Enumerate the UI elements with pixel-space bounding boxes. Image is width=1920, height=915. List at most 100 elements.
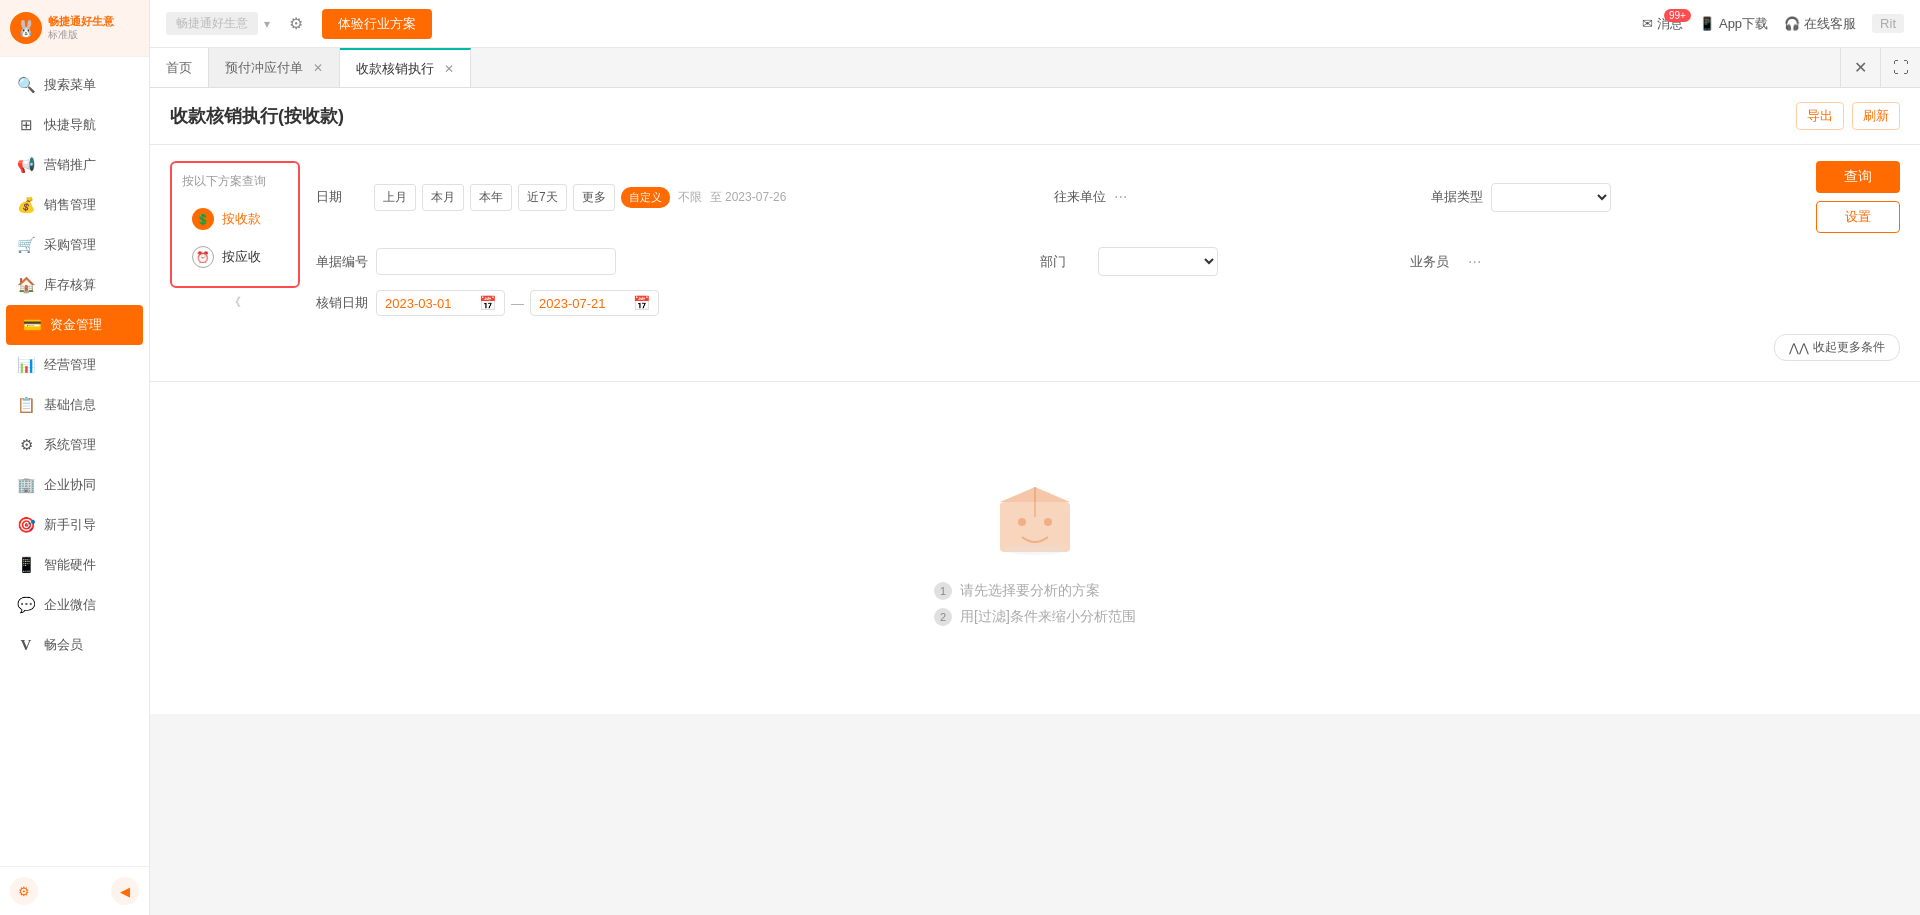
cart-icon: 🛒 (16, 235, 36, 255)
sidebar-item-basic[interactable]: 📋 基础信息 (0, 385, 149, 425)
filter-by-receipt[interactable]: 💲 按收款 (182, 200, 288, 238)
refresh-button[interactable]: 刷新 (1852, 102, 1900, 130)
sidebar-nav: 🔍 搜索菜单 ⊞ 快捷导航 📢 营销推广 💰 销售管理 🛒 采购管理 🏠 库存核… (0, 57, 149, 866)
building-icon: 🏢 (16, 475, 36, 495)
topbar-right: ✉ 消息 99+ 📱 App下载 🎧 在线客服 Rit (1642, 14, 1904, 33)
filter-by-receipt-label: 按收款 (222, 210, 261, 228)
calendar-end-icon[interactable]: 📅 (633, 295, 650, 311)
verify-date-end-input[interactable] (539, 296, 629, 311)
salesperson-dots-icon[interactable]: ··· (1468, 253, 1481, 271)
sidebar: 🐰 畅捷通好生意 标准版 🔍 搜索菜单 ⊞ 快捷导航 📢 营销推广 💰 销售管理… (0, 0, 150, 915)
page-content: 收款核销执行(按收款) 导出 刷新 按以下方案查询 💲 按收款 ⏰ 按应收 (150, 88, 1920, 915)
page-header-actions: 导出 刷新 (1796, 102, 1900, 144)
sidebar-item-label: 基础信息 (44, 396, 96, 414)
export-button[interactable]: 导出 (1796, 102, 1844, 130)
settings-button[interactable]: 设置 (1816, 201, 1900, 233)
sidebar-item-finance[interactable]: 💳 资金管理 (6, 305, 143, 345)
sidebar-item-hardware[interactable]: 📱 智能硬件 (0, 545, 149, 585)
tab-receipt[interactable]: 收款核销执行 ✕ (340, 48, 471, 87)
sidebar-item-member[interactable]: V 畅会员 (0, 625, 149, 665)
sidebar-item-enterprise[interactable]: 🏢 企业协同 (0, 465, 149, 505)
user-name[interactable]: Rit (1872, 14, 1904, 33)
collapse-more-button[interactable]: ⋀⋀ 收起更多条件 (1774, 334, 1900, 361)
sidebar-item-label: 企业协同 (44, 476, 96, 494)
date-options: 上月 本月 本年 近7天 更多 自定义 (374, 184, 670, 211)
doc-type-label: 单据类型 (1431, 188, 1483, 206)
receivable-icon: ⏰ (192, 246, 214, 268)
filter-panel-title: 按以下方案查询 (182, 173, 288, 190)
member-icon: V (16, 635, 36, 655)
filter-collapse-button[interactable]: 《 (170, 294, 300, 311)
date-more-btn[interactable]: 更多 (573, 184, 615, 211)
sidebar-item-label: 企业微信 (44, 596, 96, 614)
tab-prepay-close-icon[interactable]: ✕ (313, 61, 323, 75)
message-button[interactable]: ✉ 消息 99+ (1642, 15, 1683, 33)
finance-icon: 💳 (22, 315, 42, 335)
sidebar-item-search[interactable]: 🔍 搜索菜单 (0, 65, 149, 105)
step-1-text: 请先选择要分析的方案 (960, 582, 1100, 600)
sidebar-item-inventory[interactable]: 🏠 库存核算 (0, 265, 149, 305)
sidebar-logo: 🐰 畅捷通好生意 标准版 (0, 0, 149, 57)
date-this-year-btn[interactable]: 本年 (470, 184, 512, 211)
sidebar-item-purchase[interactable]: 🛒 采购管理 (0, 225, 149, 265)
date-this-month-btn[interactable]: 本月 (422, 184, 464, 211)
chart-icon: 📊 (16, 355, 36, 375)
expand-tabs-icon[interactable]: ⛶ (1880, 48, 1920, 88)
filter-by-receivable[interactable]: ⏰ 按应收 (182, 238, 288, 276)
tab-prepay-label: 预付冲应付单 (225, 59, 303, 77)
online-service-button[interactable]: 🎧 在线客服 (1784, 15, 1856, 33)
collapse-more-row: ⋀⋀ 收起更多条件 (316, 330, 1900, 365)
chevron-down-icon[interactable]: ▾ (264, 17, 270, 31)
target-icon: 🎯 (16, 515, 36, 535)
money-icon: 💰 (16, 195, 36, 215)
sidebar-collapse-icon[interactable]: ◀ (111, 877, 139, 905)
warehouse-icon: 🏠 (16, 275, 36, 295)
filter-row-1: 日期 上月 本月 本年 近7天 更多 自定义 不限 至 2023-07-26 (316, 161, 1900, 233)
counterpart-dots-icon[interactable]: ··· (1114, 188, 1127, 206)
sidebar-item-shortcut[interactable]: ⊞ 快捷导航 (0, 105, 149, 145)
sidebar-item-marketing[interactable]: 📢 营销推广 (0, 145, 149, 185)
date-prev-month-btn[interactable]: 上月 (374, 184, 416, 211)
clipboard-icon: 📋 (16, 395, 36, 415)
verify-date-start-input[interactable] (385, 296, 475, 311)
sidebar-item-wechat[interactable]: 💬 企业微信 (0, 585, 149, 625)
service-label: 在线客服 (1804, 15, 1856, 33)
sidebar-settings-icon[interactable]: ⚙ (10, 877, 38, 905)
empty-state: 1 请先选择要分析的方案 2 用[过滤]条件来缩小分析范围 (150, 382, 1920, 714)
sidebar-item-system[interactable]: ⚙ 系统管理 (0, 425, 149, 465)
main-content: 畅捷通好生意 ▾ ⚙ 体验行业方案 ✉ 消息 99+ 📱 App下载 🎧 在线客… (150, 0, 1920, 915)
sidebar-item-sales[interactable]: 💰 销售管理 (0, 185, 149, 225)
sidebar-item-guide[interactable]: 🎯 新手引导 (0, 505, 149, 545)
date-range-separator: — (511, 296, 524, 311)
doc-number-input[interactable] (376, 248, 616, 275)
date-custom-btn[interactable]: 自定义 (621, 187, 670, 208)
close-all-tabs-icon[interactable]: ✕ (1840, 48, 1880, 88)
query-button[interactable]: 查询 (1816, 161, 1900, 193)
solution-button[interactable]: 体验行业方案 (322, 9, 432, 39)
doc-type-select[interactable] (1491, 183, 1611, 212)
filter-counterpart-group: 往来单位 ··· (1054, 188, 1415, 206)
sidebar-item-label: 新手引导 (44, 516, 96, 534)
sidebar-item-operation[interactable]: 📊 经营管理 (0, 345, 149, 385)
date-to-text: 至 2023-07-26 (710, 189, 787, 206)
message-badge: 99+ (1664, 9, 1691, 22)
tab-home[interactable]: 首页 (150, 48, 209, 87)
tabbar-actions: ✕ ⛶ (1840, 48, 1920, 88)
filter-scheme-box: 按以下方案查询 💲 按收款 ⏰ 按应收 (170, 161, 300, 288)
step-2-text: 用[过滤]条件来缩小分析范围 (960, 608, 1136, 626)
tab-receipt-close-icon[interactable]: ✕ (444, 62, 454, 76)
date-last7days-btn[interactable]: 近7天 (518, 184, 567, 211)
app-download-button[interactable]: 📱 App下载 (1699, 15, 1768, 33)
tab-prepay[interactable]: 预付冲应付单 ✕ (209, 48, 340, 87)
calendar-start-icon[interactable]: 📅 (479, 295, 496, 311)
svg-point-3 (1018, 518, 1026, 526)
topbar-gear-icon[interactable]: ⚙ (282, 10, 310, 38)
department-select[interactable] (1098, 247, 1218, 276)
empty-state-step-2: 2 用[过滤]条件来缩小分析范围 (934, 608, 1136, 626)
gear-icon: ⚙ (16, 435, 36, 455)
sidebar-item-label: 畅会员 (44, 636, 83, 654)
device-icon: 📱 (16, 555, 36, 575)
sidebar-logo-text-wrap: 畅捷通好生意 标准版 (48, 14, 114, 42)
filter-docnum-group: 单据编号 (316, 248, 1024, 275)
doc-number-label: 单据编号 (316, 253, 368, 271)
